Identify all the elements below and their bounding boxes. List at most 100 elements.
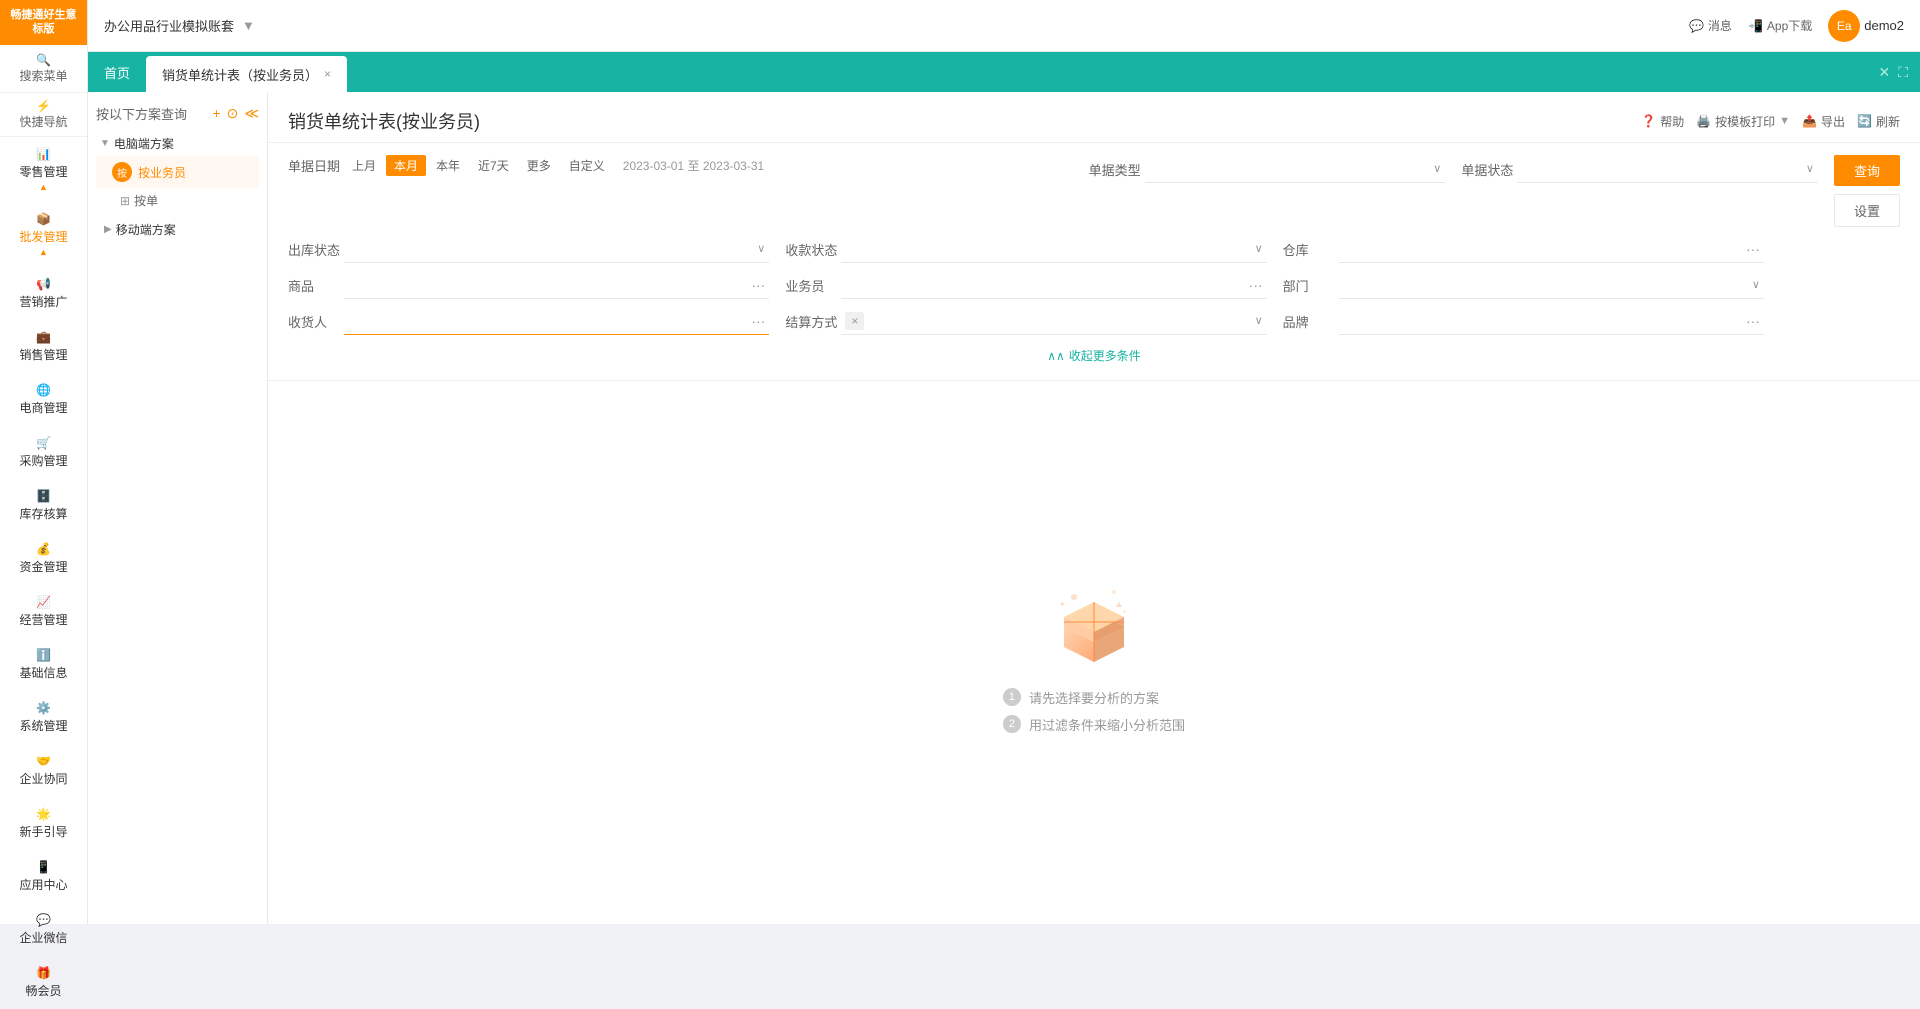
left-panel-actions: + ⊙ ≪ bbox=[212, 105, 259, 122]
sidebar-item-inventory[interactable]: 🗄️ 库存核算 bbox=[0, 479, 87, 532]
app-download-action[interactable]: 📲 App下载 bbox=[1748, 17, 1812, 34]
salesperson-input[interactable]: ··· bbox=[841, 271, 1266, 299]
workspace-dropdown-icon[interactable]: ▼ bbox=[242, 18, 255, 33]
sidebar-item-app-center[interactable]: 📱 应用中心 bbox=[0, 850, 87, 903]
warehouse-input[interactable]: ··· bbox=[1339, 235, 1764, 263]
sidebar-item-retail[interactable]: 📊 零售管理 ▲ bbox=[0, 137, 87, 202]
settings-button[interactable]: 设置 bbox=[1834, 194, 1900, 227]
tabbar: 首页 销货单统计表（按业务员） × ✕ ⛶ bbox=[88, 52, 1920, 92]
date-btn-this-month[interactable]: 本月 bbox=[386, 155, 426, 176]
receiver-dots[interactable]: ··· bbox=[751, 313, 765, 329]
date-btn-last-month[interactable]: 上月 bbox=[344, 155, 384, 176]
basic-info-label: 基础信息 bbox=[19, 664, 67, 681]
settle-arrow: ∨ bbox=[1255, 314, 1263, 327]
help-btn[interactable]: ❓ 帮助 bbox=[1641, 113, 1684, 130]
empty-hint-2: 2 用过滤条件来缩小分析范围 bbox=[1003, 715, 1185, 734]
receiver-input[interactable]: ··· bbox=[344, 307, 769, 335]
tab-sales-report[interactable]: 销货单统计表（按业务员） × bbox=[146, 56, 347, 92]
goods-dots[interactable]: ··· bbox=[751, 277, 765, 293]
marketing-label: 营销推广 bbox=[19, 293, 67, 310]
sidebar-item-sales[interactable]: 💼 销售管理 bbox=[0, 320, 87, 373]
right-content: 销货单统计表(按业务员) ❓ 帮助 🖨️ 按模板打印 ▼ 📤 导出 bbox=[268, 92, 1920, 924]
date-btn-custom[interactable]: 自定义 bbox=[561, 155, 613, 176]
sidebar-quick-nav[interactable]: ⚡ 快捷导航 bbox=[0, 93, 87, 137]
hint-num-2: 2 bbox=[1003, 715, 1021, 733]
date-btn-this-year[interactable]: 本年 bbox=[428, 155, 468, 176]
ecommerce-icon: 🌐 bbox=[36, 383, 51, 397]
brand-dots[interactable]: ··· bbox=[1746, 313, 1760, 329]
settle-tag-close[interactable]: × bbox=[851, 314, 858, 328]
win-maximize-icon[interactable]: ⛶ bbox=[1898, 64, 1908, 81]
doc-status-arrow: ∨ bbox=[1806, 162, 1814, 175]
svg-text:✦: ✦ bbox=[1122, 609, 1127, 616]
receiver-text-input[interactable] bbox=[348, 313, 751, 328]
out-status-select[interactable]: ∨ bbox=[344, 235, 769, 263]
app-download-label: App下载 bbox=[1767, 17, 1812, 34]
payment-status-select[interactable]: ∨ bbox=[841, 235, 1266, 263]
salesperson-dots[interactable]: ··· bbox=[1249, 277, 1263, 293]
brand-input[interactable]: ··· bbox=[1339, 307, 1764, 335]
out-status-label: 出库状态 bbox=[288, 240, 344, 259]
payment-status-arrow: ∨ bbox=[1255, 242, 1263, 255]
quick-label: 快捷导航 bbox=[6, 113, 81, 130]
sidebar-item-system[interactable]: ⚙️ 系统管理 bbox=[0, 691, 87, 744]
settle-select[interactable]: × ∨ bbox=[841, 307, 1266, 335]
username: demo2 bbox=[1864, 18, 1904, 33]
logo: 畅捷通好生意 标版 bbox=[0, 0, 87, 45]
sidebar-search[interactable]: 🔍 搜索菜单 bbox=[0, 45, 87, 93]
left-panel-title: 按以下方案查询 + ⊙ ≪ bbox=[96, 104, 259, 123]
pc-scheme-group: ▼ 电脑端方案 按 按业务员 ⊞ 按单 bbox=[96, 131, 259, 213]
message-action[interactable]: 💬 消息 bbox=[1689, 17, 1732, 34]
warehouse-dots[interactable]: ··· bbox=[1746, 241, 1760, 257]
logo-text: 畅捷通好生意 标版 bbox=[11, 8, 77, 37]
sidebar-item-cooperation[interactable]: 🤝 企业协同 bbox=[0, 744, 87, 797]
wechat-icon: 💬 bbox=[36, 913, 51, 927]
page-actions: ❓ 帮助 🖨️ 按模板打印 ▼ 📤 导出 🔄 刷新 bbox=[1641, 113, 1900, 130]
sidebar-item-wechat[interactable]: 💬 企业微信 bbox=[0, 903, 87, 956]
win-close-icon[interactable]: ✕ bbox=[1878, 64, 1890, 81]
refresh-btn[interactable]: 🔄 刷新 bbox=[1857, 113, 1900, 130]
sidebar-item-basic-info[interactable]: ℹ️ 基础信息 bbox=[0, 638, 87, 691]
salesperson-label: 业务员 bbox=[785, 276, 841, 295]
add-scheme-btn[interactable]: + bbox=[212, 105, 220, 122]
retail-icon: 📊 bbox=[36, 147, 51, 161]
settings-scheme-btn[interactable]: ⊙ bbox=[227, 105, 239, 122]
date-btn-7days[interactable]: 近7天 bbox=[470, 155, 517, 176]
query-button[interactable]: 查询 bbox=[1834, 155, 1900, 186]
scheme-item-by-order[interactable]: ⊞ 按单 bbox=[96, 188, 259, 213]
department-select[interactable]: ∨ bbox=[1339, 271, 1764, 299]
collapse-panel-btn[interactable]: ≪ bbox=[244, 105, 259, 122]
sidebar-item-marketing[interactable]: 📢 营销推广 bbox=[0, 267, 87, 320]
sidebar-item-operations[interactable]: 📈 经营管理 bbox=[0, 585, 87, 638]
print-dropdown-icon: ▼ bbox=[1779, 115, 1790, 127]
sidebar-item-ecommerce[interactable]: 🌐 电商管理 bbox=[0, 373, 87, 426]
tab-home[interactable]: 首页 bbox=[88, 52, 146, 92]
finance-label: 资金管理 bbox=[19, 558, 67, 575]
doc-status-select[interactable]: ∨ bbox=[1517, 155, 1818, 183]
collapse-more-conditions-btn[interactable]: ∧∧ 收起更多条件 bbox=[1047, 343, 1141, 368]
sidebar-item-member[interactable]: 🎁 畅会员 bbox=[0, 956, 87, 1009]
pc-scheme-group-title[interactable]: ▼ 电脑端方案 bbox=[96, 131, 259, 156]
user-profile[interactable]: Ea demo2 bbox=[1828, 10, 1904, 42]
message-label: 消息 bbox=[1708, 17, 1732, 34]
settle-tag: × bbox=[845, 312, 864, 330]
doc-type-select[interactable]: ∨ bbox=[1145, 155, 1446, 183]
print-btn[interactable]: 🖨️ 按模板打印 ▼ bbox=[1696, 113, 1790, 130]
tab-sales-report-label: 销货单统计表（按业务员） bbox=[162, 65, 318, 84]
member-icon: 🎁 bbox=[36, 966, 51, 980]
tab-home-label: 首页 bbox=[104, 63, 130, 82]
mobile-scheme-group[interactable]: ▶ 移动端方案 bbox=[96, 217, 259, 242]
scheme-label-salesperson: 按业务员 bbox=[138, 164, 186, 181]
refresh-label: 刷新 bbox=[1876, 113, 1900, 130]
sidebar-item-newbie[interactable]: 🌟 新手引导 bbox=[0, 797, 87, 850]
tab-close-icon[interactable]: × bbox=[324, 67, 331, 81]
sidebar-item-finance[interactable]: 💰 资金管理 bbox=[0, 532, 87, 585]
doc-type-arrow: ∨ bbox=[1433, 162, 1441, 175]
sidebar-item-purchase[interactable]: 🛒 采购管理 bbox=[0, 426, 87, 479]
export-btn[interactable]: 📤 导出 bbox=[1802, 113, 1845, 130]
date-btn-more[interactable]: 更多 bbox=[519, 155, 559, 176]
operations-icon: 📈 bbox=[36, 595, 51, 609]
scheme-item-by-salesperson[interactable]: 按 按业务员 bbox=[96, 156, 259, 188]
goods-input[interactable]: ··· bbox=[344, 271, 769, 299]
sidebar-item-wholesale[interactable]: 📦 批发管理 ▲ bbox=[0, 202, 87, 267]
